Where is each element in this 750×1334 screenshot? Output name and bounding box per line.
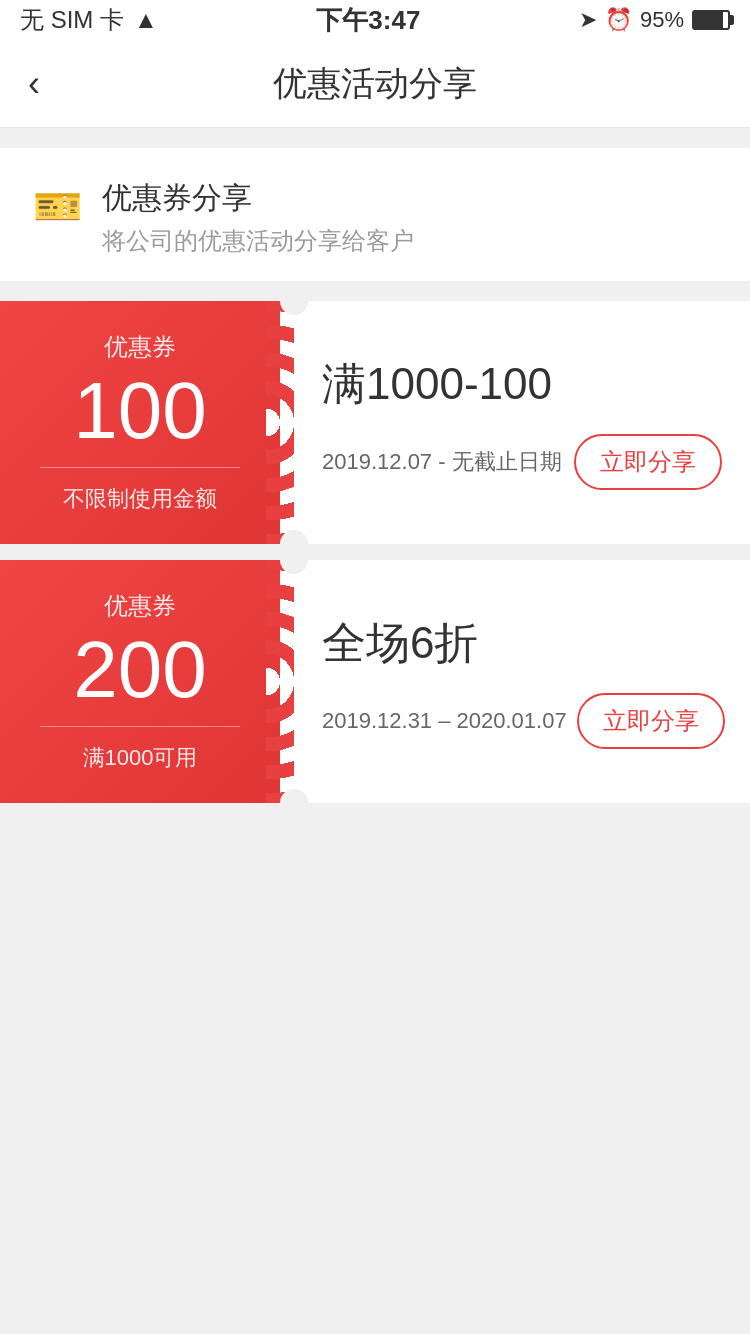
coupon-meta-2: 2019.12.31 – 2020.01.07 立即分享	[322, 693, 722, 749]
coupon-right-1: 满1000-100 2019.12.07 - 无截止日期 立即分享	[294, 301, 750, 544]
coupon-card-2: 优惠券 200 满1000可用 全场6折 2019.12.31 – 2020.0…	[0, 560, 750, 803]
status-left: 无 SIM 卡 ▲	[20, 4, 158, 36]
coupon-amount-1: 100	[73, 371, 206, 451]
coupon-left-1: 优惠券 100 不限制使用金额	[0, 301, 280, 544]
section-desc: 将公司的优惠活动分享给客户	[102, 225, 414, 257]
coupon-card-1: 优惠券 100 不限制使用金额 满1000-100 2019.12.07 - 无…	[0, 301, 750, 544]
section-text: 优惠券分享 将公司的优惠活动分享给客户	[102, 178, 414, 257]
section-icon: 🎫	[30, 178, 86, 234]
coupon-condition-1: 不限制使用金额	[63, 484, 217, 514]
page-title: 优惠活动分享	[273, 61, 477, 107]
coupon-right-2: 全场6折 2019.12.31 – 2020.01.07 立即分享	[294, 560, 750, 803]
coupon-divider-2	[40, 726, 240, 727]
coupon-list: 优惠券 100 不限制使用金额 满1000-100 2019.12.07 - 无…	[0, 301, 750, 819]
coupon-name-2: 全场6折	[322, 614, 722, 673]
section-title: 优惠券分享	[102, 178, 414, 219]
coupon-meta-1: 2019.12.07 - 无截止日期 立即分享	[322, 434, 722, 490]
status-time: 下午3:47	[316, 3, 420, 38]
coupon-condition-2: 满1000可用	[83, 743, 198, 773]
coupon-left-2: 优惠券 200 满1000可用	[0, 560, 280, 803]
share-button-2[interactable]: 立即分享	[577, 693, 725, 749]
wifi-icon: ▲	[134, 6, 158, 34]
section-header: 🎫 优惠券分享 将公司的优惠活动分享给客户	[0, 148, 750, 281]
coupon-date-2: 2019.12.31 – 2020.01.07	[322, 708, 567, 734]
coupon-amount-2: 200	[73, 630, 206, 710]
location-icon: ➤	[579, 7, 597, 33]
notch-bottom-2	[280, 789, 308, 817]
nav-bar: ‹ 优惠活动分享	[0, 40, 750, 128]
notch-top-2	[280, 546, 308, 574]
coupon-date-1: 2019.12.07 - 无截止日期	[322, 447, 562, 477]
coupon-label-1: 优惠券	[104, 331, 176, 363]
battery-text: 95%	[640, 7, 684, 33]
carrier-text: 无 SIM 卡	[20, 4, 124, 36]
coupon-name-1: 满1000-100	[322, 355, 722, 414]
alarm-icon: ⏰	[605, 7, 632, 33]
status-bar: 无 SIM 卡 ▲ 下午3:47 ➤ ⏰ 95%	[0, 0, 750, 40]
back-button[interactable]: ‹	[28, 63, 40, 105]
coupon-divider-1	[40, 467, 240, 468]
share-button-1[interactable]: 立即分享	[574, 434, 722, 490]
battery-icon	[692, 10, 730, 30]
coupon-label-2: 优惠券	[104, 590, 176, 622]
status-right: ➤ ⏰ 95%	[579, 7, 730, 33]
notch-top-1	[280, 287, 308, 315]
